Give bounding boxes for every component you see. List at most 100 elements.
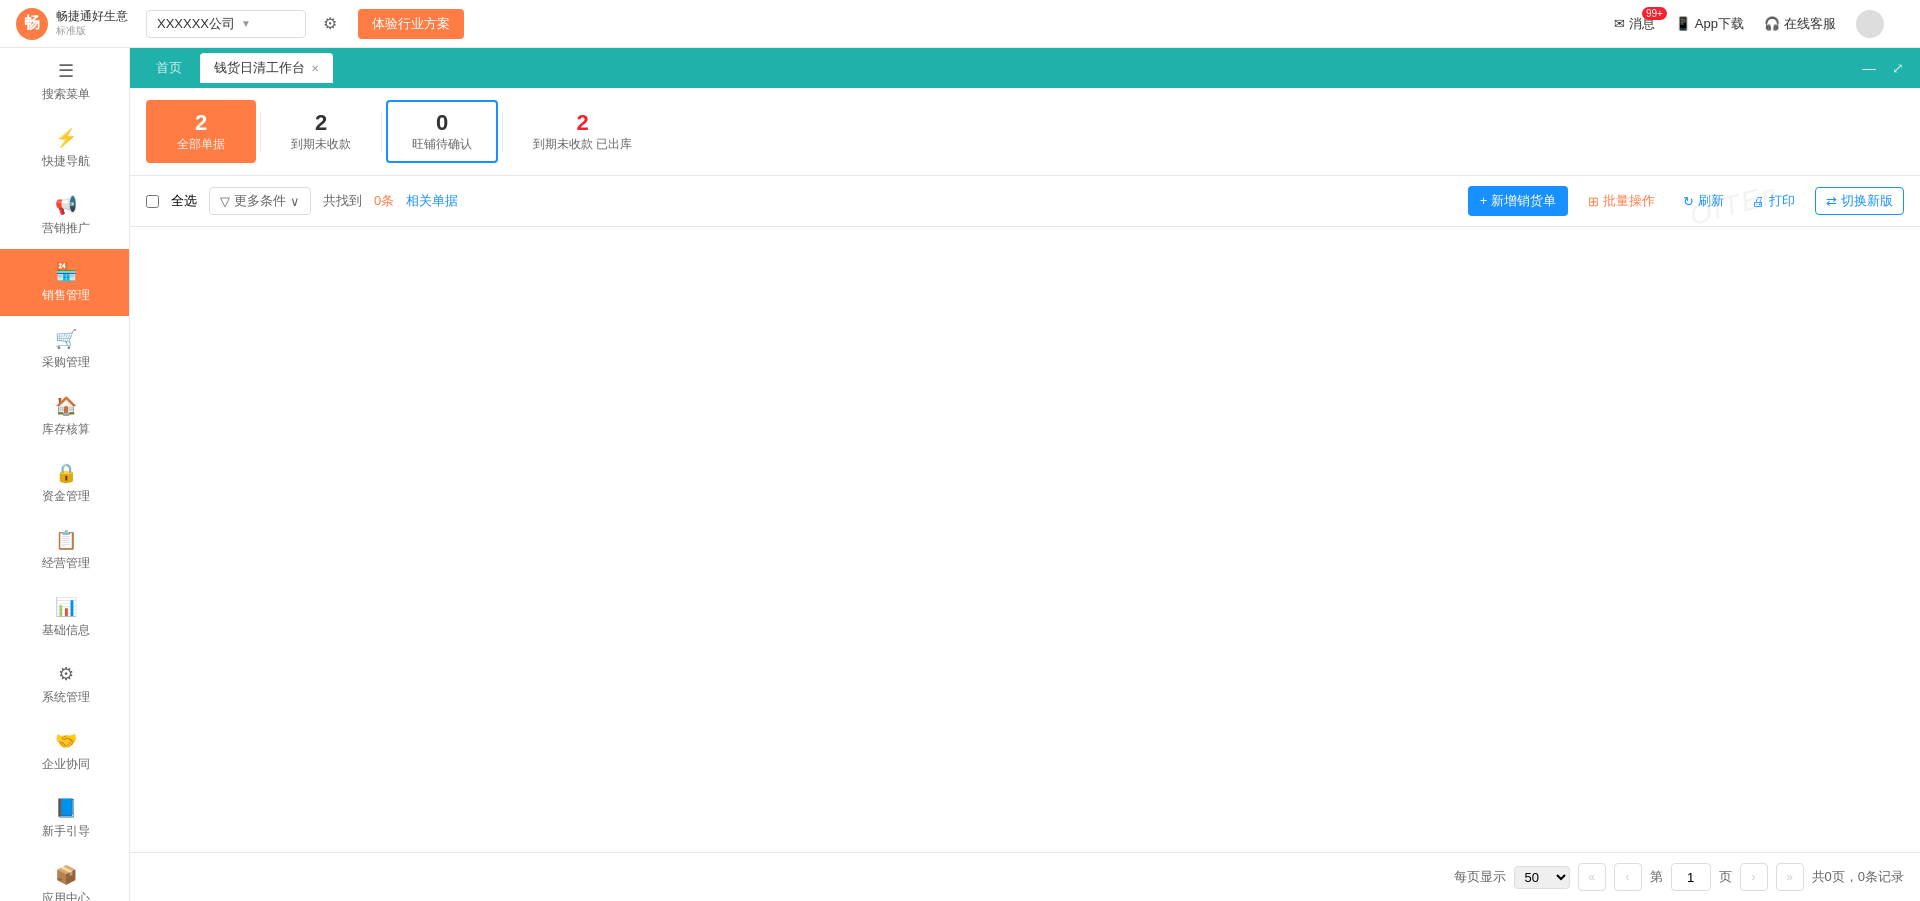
content-area: 首页 钱货日清工作台 ✕ — ⤢ 2 全部单据 2	[130, 48, 1920, 901]
sidebar-label-inventory: 库存核算	[42, 421, 90, 438]
sidebar-item-guide[interactable]: 📘 新手引导	[0, 785, 129, 852]
page-number-input[interactable]	[1671, 863, 1711, 891]
settings-button[interactable]: ⚙	[314, 8, 346, 40]
app-center-icon: 📦	[55, 864, 77, 886]
stat-wangpu[interactable]: 0 旺铺待确认	[386, 100, 498, 163]
stat-all-label: 全部单据	[177, 136, 225, 153]
logo-icon: 畅	[16, 8, 48, 40]
related-link[interactable]: 相关单据	[406, 192, 458, 210]
tab-minimize-button[interactable]: —	[1858, 56, 1880, 80]
tab-home[interactable]: 首页	[142, 53, 196, 83]
refresh-icon: ↻	[1683, 194, 1694, 209]
sidebar-item-system[interactable]: ⚙ 系统管理	[0, 651, 129, 718]
tab-maximize-button[interactable]: ⤢	[1888, 56, 1908, 80]
sidebar-label-sales: 销售管理	[42, 287, 90, 304]
stat-overdue-unpaid[interactable]: 2 到期未收款	[265, 100, 377, 163]
table-area	[130, 227, 1920, 852]
company-selector[interactable]: XXXXXX公司 ▼	[146, 10, 306, 38]
first-page-button[interactable]: «	[1578, 863, 1606, 891]
prev-page-button[interactable]: ‹	[1614, 863, 1642, 891]
sidebar: ☰ 搜索菜单 ⚡ 快捷导航 📢 营销推广 🏪 销售管理 🛒 采购管理 🏠 库存核…	[0, 48, 130, 901]
tab-close-icon[interactable]: ✕	[311, 63, 319, 74]
sidebar-item-sales[interactable]: 🏪 销售管理	[0, 249, 129, 316]
sidebar-label-search-menu: 搜索菜单	[42, 86, 90, 103]
batch-button[interactable]: ⊞ 批量操作	[1580, 188, 1663, 214]
tab-actions: — ⤢	[1858, 56, 1908, 80]
sidebar-item-enterprise[interactable]: 🤝 企业协同	[0, 718, 129, 785]
sidebar-item-finance[interactable]: 🔒 资金管理	[0, 450, 129, 517]
next-page-button[interactable]: ›	[1740, 863, 1768, 891]
message-button[interactable]: ✉ 消息 99+	[1614, 15, 1655, 33]
stat-overdue-shipped[interactable]: 2 到期未收款 已出库	[507, 100, 658, 163]
stat-overdue-unpaid-num: 2	[315, 110, 327, 136]
purchase-icon: 🛒	[55, 328, 77, 350]
guide-icon: 📘	[55, 797, 77, 819]
print-button[interactable]: 🖨 打印	[1744, 188, 1803, 214]
company-name: XXXXXX公司	[157, 15, 235, 33]
stat-divider-2	[381, 112, 382, 152]
logo-area: 畅 畅捷通好生意 标准版	[16, 8, 146, 40]
switch-label: 切换新版	[1841, 192, 1893, 210]
sidebar-item-search-menu[interactable]: ☰ 搜索菜单	[0, 48, 129, 115]
app-download-button[interactable]: 📱 App下载	[1675, 15, 1744, 33]
sidebar-item-operations[interactable]: 📋 经营管理	[0, 517, 129, 584]
filter-button[interactable]: ▽ 更多条件 ∨	[209, 187, 311, 215]
logo-text: 畅捷通好生意	[56, 9, 128, 25]
tab-bar: 首页 钱货日清工作台 ✕ — ⤢	[130, 48, 1920, 88]
sidebar-item-inventory[interactable]: 🏠 库存核算	[0, 383, 129, 450]
refresh-label: 刷新	[1698, 192, 1724, 210]
quick-nav-icon: ⚡	[55, 127, 77, 149]
found-count: 0条	[374, 192, 394, 210]
sidebar-item-purchase[interactable]: 🛒 采购管理	[0, 316, 129, 383]
switch-version-button[interactable]: ⇄ 切换新版	[1815, 187, 1904, 215]
current-page-prefix: 第	[1650, 868, 1663, 886]
stat-overdue-unpaid-label: 到期未收款	[291, 136, 351, 153]
stat-overdue-shipped-label: 到期未收款 已出库	[533, 136, 632, 153]
add-sales-button[interactable]: + 新增销货单	[1468, 186, 1568, 216]
message-badge: 99+	[1642, 7, 1667, 20]
marketing-icon: 📢	[55, 194, 77, 216]
stat-divider-1	[260, 112, 261, 152]
sidebar-item-app-center[interactable]: 📦 应用中心	[0, 852, 129, 901]
sidebar-label-quick-nav: 快捷导航	[42, 153, 90, 170]
main-layout: ☰ 搜索菜单 ⚡ 快捷导航 📢 营销推广 🏪 销售管理 🛒 采购管理 🏠 库存核…	[0, 48, 1920, 901]
app-download-label: App下载	[1695, 15, 1744, 33]
page-suffix: 页	[1719, 868, 1732, 886]
sidebar-item-quick-nav[interactable]: ⚡ 快捷导航	[0, 115, 129, 182]
search-menu-icon: ☰	[58, 60, 74, 82]
stat-wangpu-num: 0	[436, 110, 448, 136]
experience-button[interactable]: 体验行业方案	[358, 9, 464, 39]
header-right: ✉ 消息 99+ 📱 App下载 🎧 在线客服	[1614, 10, 1904, 38]
stat-all[interactable]: 2 全部单据	[146, 100, 256, 163]
found-prefix: 共找到	[323, 192, 362, 210]
refresh-button[interactable]: ↻ 刷新	[1675, 188, 1732, 214]
stats-row: 2 全部单据 2 到期未收款 0 旺铺待确认 2 到期未收款 已出库	[130, 88, 1920, 176]
tab-cash-goods-label: 钱货日清工作台	[214, 59, 305, 77]
sidebar-label-system: 系统管理	[42, 689, 90, 706]
toolbar-right: + 新增销货单 ⊞ 批量操作 ↻ 刷新 🖨 打印 ⇄	[1468, 186, 1904, 216]
sidebar-label-basic-info: 基础信息	[42, 622, 90, 639]
sidebar-item-marketing[interactable]: 📢 营销推广	[0, 182, 129, 249]
sidebar-label-guide: 新手引导	[42, 823, 90, 840]
dropdown-arrow-icon: ▼	[241, 18, 251, 29]
page-content: 2 全部单据 2 到期未收款 0 旺铺待确认 2 到期未收款 已出库	[130, 88, 1920, 901]
select-all-checkbox[interactable]	[146, 195, 159, 208]
online-service-button[interactable]: 🎧 在线客服	[1764, 15, 1836, 33]
operations-icon: 📋	[55, 529, 77, 551]
sidebar-label-purchase: 采购管理	[42, 354, 90, 371]
avatar[interactable]	[1856, 10, 1884, 38]
last-page-button[interactable]: »	[1776, 863, 1804, 891]
per-page-select[interactable]: 50 10 20 100	[1514, 866, 1570, 889]
sales-icon: 🏪	[55, 261, 77, 283]
switch-icon: ⇄	[1826, 194, 1837, 209]
batch-icon: ⊞	[1588, 194, 1599, 209]
filter-arrow-icon: ∨	[290, 194, 300, 209]
sidebar-item-basic-info[interactable]: 📊 基础信息	[0, 584, 129, 651]
batch-label: 批量操作	[1603, 192, 1655, 210]
inventory-icon: 🏠	[55, 395, 77, 417]
tab-home-label: 首页	[156, 59, 182, 77]
logo-sub: 标准版	[56, 24, 128, 38]
system-icon: ⚙	[58, 663, 74, 685]
tab-cash-goods[interactable]: 钱货日清工作台 ✕	[200, 53, 333, 83]
enterprise-icon: 🤝	[55, 730, 77, 752]
